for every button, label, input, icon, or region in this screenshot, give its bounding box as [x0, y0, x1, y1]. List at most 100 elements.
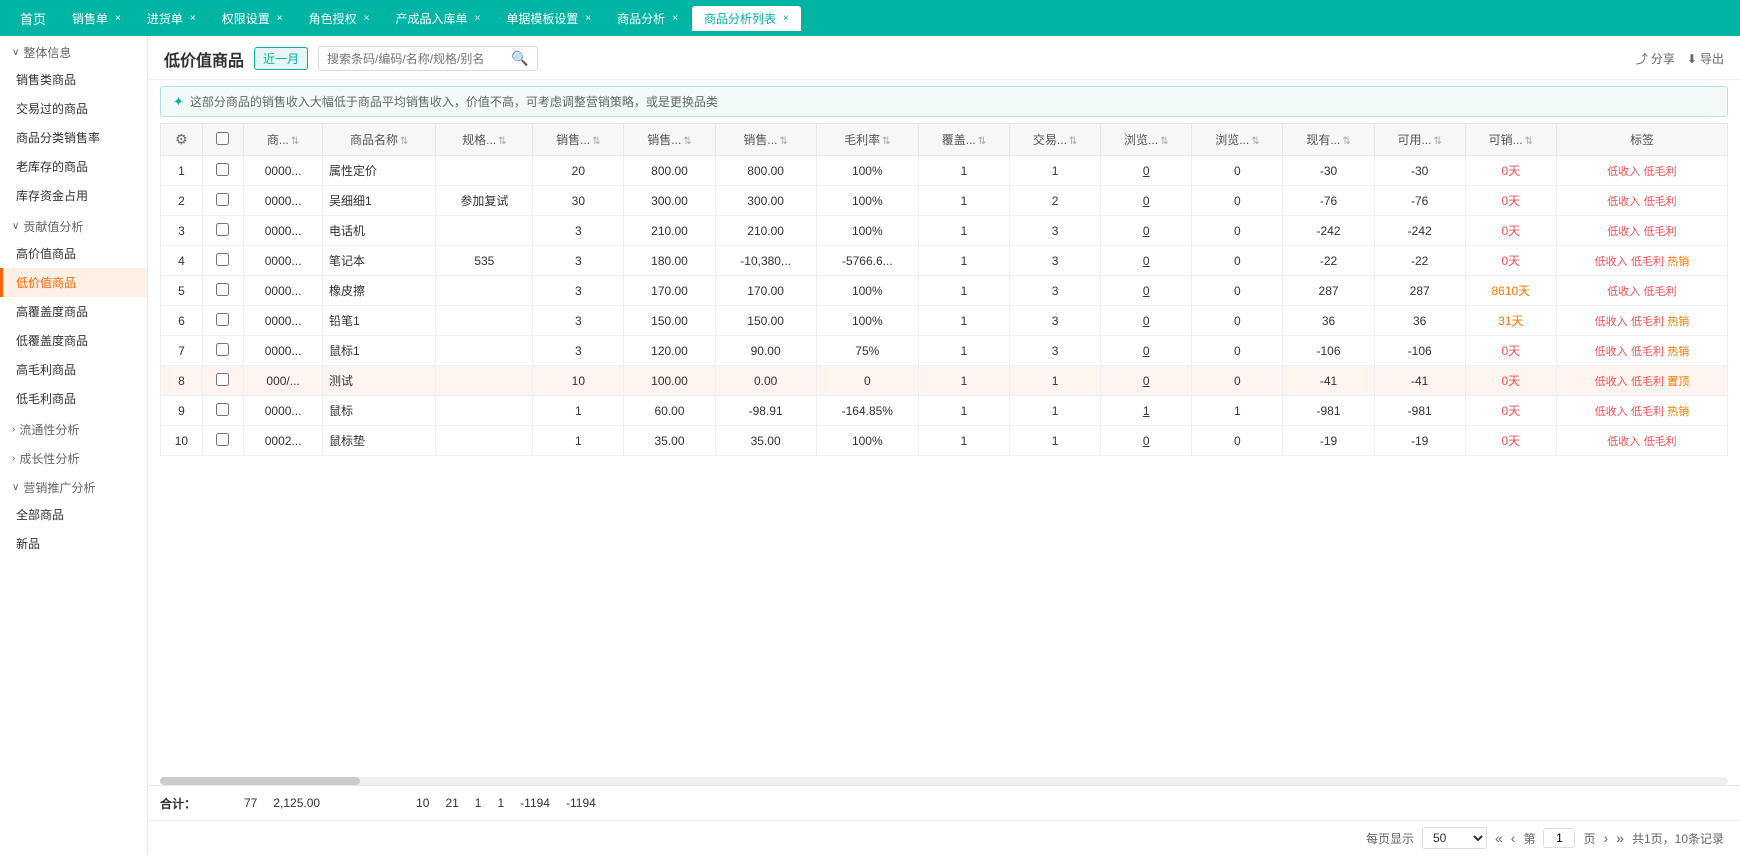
current-page-input[interactable]	[1543, 828, 1575, 848]
prev-page-button[interactable]: ‹	[1511, 830, 1516, 846]
sidebar-section-contribution[interactable]: ∨ 贡献值分析	[0, 210, 147, 239]
sidebar-section-marketing[interactable]: ∨ 营销推广分析	[0, 471, 147, 500]
scrollbar-thumb[interactable]	[160, 777, 360, 785]
nav-home[interactable]: 首页	[8, 5, 58, 32]
first-page-button[interactable]: «	[1495, 830, 1503, 846]
col-sales-qty[interactable]: 销售...⇅	[533, 124, 624, 156]
nav-close-salesorder[interactable]: ×	[115, 13, 121, 24]
collapse-icon-contribution[interactable]: ∨	[12, 221, 19, 232]
sort-icon-browse1[interactable]: ⇅	[1160, 136, 1168, 147]
sidebar-item-category-sales-rate[interactable]: 商品分类销售率	[0, 123, 147, 152]
cell-browse1[interactable]: 0	[1101, 156, 1192, 186]
browse1-link[interactable]: 0	[1143, 164, 1150, 178]
cell-checkbox[interactable]	[202, 306, 243, 336]
browse1-link[interactable]: 0	[1143, 344, 1150, 358]
export-button[interactable]: ⬇ 导出	[1687, 50, 1724, 67]
sidebar-item-high-value[interactable]: 高价值商品	[0, 239, 147, 268]
sort-icon-coverage[interactable]: ⇅	[978, 136, 986, 147]
row-checkbox[interactable]	[216, 433, 229, 446]
col-name[interactable]: 商品名称⇅	[323, 124, 436, 156]
cell-checkbox[interactable]	[202, 336, 243, 366]
nav-item-template[interactable]: 单据模板设置 ×	[494, 6, 603, 31]
row-checkbox[interactable]	[216, 373, 229, 386]
share-button[interactable]: ⤴ 分享	[1636, 50, 1675, 67]
cell-checkbox[interactable]	[202, 366, 243, 396]
sidebar-item-low-value[interactable]: 低价值商品	[0, 268, 147, 297]
col-browse1[interactable]: 浏览...⇅	[1101, 124, 1192, 156]
col-saleable[interactable]: 可销...⇅	[1465, 124, 1556, 156]
browse1-link[interactable]: 0	[1143, 374, 1150, 388]
row-checkbox[interactable]	[216, 313, 229, 326]
collapse-icon-growth[interactable]: ›	[12, 453, 15, 464]
cell-checkbox[interactable]	[202, 216, 243, 246]
cell-checkbox[interactable]	[202, 276, 243, 306]
collapse-icon-circulation[interactable]: ›	[12, 424, 15, 435]
browse1-link[interactable]: 0	[1143, 284, 1150, 298]
nav-item-salesorder[interactable]: 销售单 ×	[60, 6, 133, 31]
sort-icon-browse2[interactable]: ⇅	[1251, 136, 1259, 147]
sidebar-item-high-coverage[interactable]: 高覆盖度商品	[0, 297, 147, 326]
sidebar-item-all-goods[interactable]: 全部商品	[0, 500, 147, 529]
cell-browse1[interactable]: 0	[1101, 246, 1192, 276]
row-checkbox[interactable]	[216, 283, 229, 296]
settings-icon[interactable]: ⚙	[175, 131, 188, 147]
col-coverage[interactable]: 覆盖...⇅	[918, 124, 1009, 156]
sidebar-item-low-margin[interactable]: 低毛利商品	[0, 384, 147, 413]
nav-item-purchaseorder[interactable]: 进货单 ×	[135, 6, 208, 31]
nav-close-analysis-list[interactable]: ×	[783, 13, 789, 24]
row-checkbox[interactable]	[216, 223, 229, 236]
cell-checkbox[interactable]	[202, 396, 243, 426]
last-page-button[interactable]: »	[1616, 830, 1624, 846]
cell-browse1[interactable]: 0	[1101, 216, 1192, 246]
nav-close-permission[interactable]: ×	[277, 13, 283, 24]
nav-item-analysis-list[interactable]: 商品分析列表 ×	[692, 6, 801, 31]
collapse-icon-marketing[interactable]: ∨	[12, 482, 19, 493]
browse1-link[interactable]: 0	[1143, 194, 1150, 208]
cell-browse1[interactable]: 0	[1101, 306, 1192, 336]
col-transaction[interactable]: 交易...⇅	[1010, 124, 1101, 156]
cell-browse1[interactable]: 0	[1101, 366, 1192, 396]
browse1-link[interactable]: 0	[1143, 224, 1150, 238]
sidebar-item-low-coverage[interactable]: 低覆盖度商品	[0, 326, 147, 355]
sidebar-section-circulation[interactable]: › 流通性分析	[0, 413, 147, 442]
col-spec[interactable]: 规格...⇅	[436, 124, 533, 156]
nav-item-permission[interactable]: 权限设置 ×	[210, 6, 295, 31]
row-checkbox[interactable]	[216, 163, 229, 176]
col-sales-amt[interactable]: 销售...⇅	[624, 124, 715, 156]
col-current[interactable]: 现有...⇅	[1283, 124, 1374, 156]
nav-close-template[interactable]: ×	[585, 13, 591, 24]
sidebar-item-stock-capital[interactable]: 库存资金占用	[0, 181, 147, 210]
browse1-link[interactable]: 1	[1143, 404, 1150, 418]
sort-icon-qty[interactable]: ⇅	[592, 136, 600, 147]
sidebar-item-sales-goods[interactable]: 销售类商品	[0, 65, 147, 94]
col-checkbox[interactable]	[202, 124, 243, 156]
col-gross-rate[interactable]: 毛利率⇅	[816, 124, 918, 156]
cell-browse1[interactable]: 0	[1101, 186, 1192, 216]
nav-item-warehouse[interactable]: 产成品入库单 ×	[383, 6, 492, 31]
sort-icon-saleable[interactable]: ⇅	[1525, 136, 1533, 147]
sort-icon-amt[interactable]: ⇅	[683, 136, 691, 147]
sort-icon-code[interactable]: ⇅	[291, 136, 299, 147]
next-page-button[interactable]: ›	[1604, 830, 1609, 846]
cell-browse1[interactable]: 0	[1101, 336, 1192, 366]
cell-browse1[interactable]: 0	[1101, 426, 1192, 456]
cell-checkbox[interactable]	[202, 156, 243, 186]
browse1-link[interactable]: 0	[1143, 434, 1150, 448]
sidebar-item-high-margin[interactable]: 高毛利商品	[0, 355, 147, 384]
row-checkbox[interactable]	[216, 343, 229, 356]
sidebar-item-traded-goods[interactable]: 交易过的商品	[0, 94, 147, 123]
horizontal-scrollbar[interactable]	[160, 777, 1728, 785]
sort-icon-spec[interactable]: ⇅	[498, 136, 506, 147]
nav-close-role[interactable]: ×	[364, 13, 370, 24]
sidebar-item-new-goods[interactable]: 新品	[0, 529, 147, 558]
table-container[interactable]: ⚙ 商...⇅ 商品名称⇅ 规格...⇅ 销售...⇅ 销售...⇅ 销售...…	[148, 123, 1740, 777]
sort-icon-gross[interactable]: ⇅	[882, 136, 890, 147]
search-icon[interactable]: 🔍	[511, 50, 528, 67]
col-sales-avg[interactable]: 销售...⇅	[715, 124, 816, 156]
nav-item-analysis[interactable]: 商品分析 ×	[605, 6, 690, 31]
page-size-select[interactable]: 50 100 200	[1422, 827, 1487, 849]
nav-item-role[interactable]: 角色授权 ×	[297, 6, 382, 31]
sort-icon-avg[interactable]: ⇅	[779, 136, 787, 147]
sort-icon-transaction[interactable]: ⇅	[1069, 136, 1077, 147]
sort-icon-current[interactable]: ⇅	[1342, 136, 1350, 147]
